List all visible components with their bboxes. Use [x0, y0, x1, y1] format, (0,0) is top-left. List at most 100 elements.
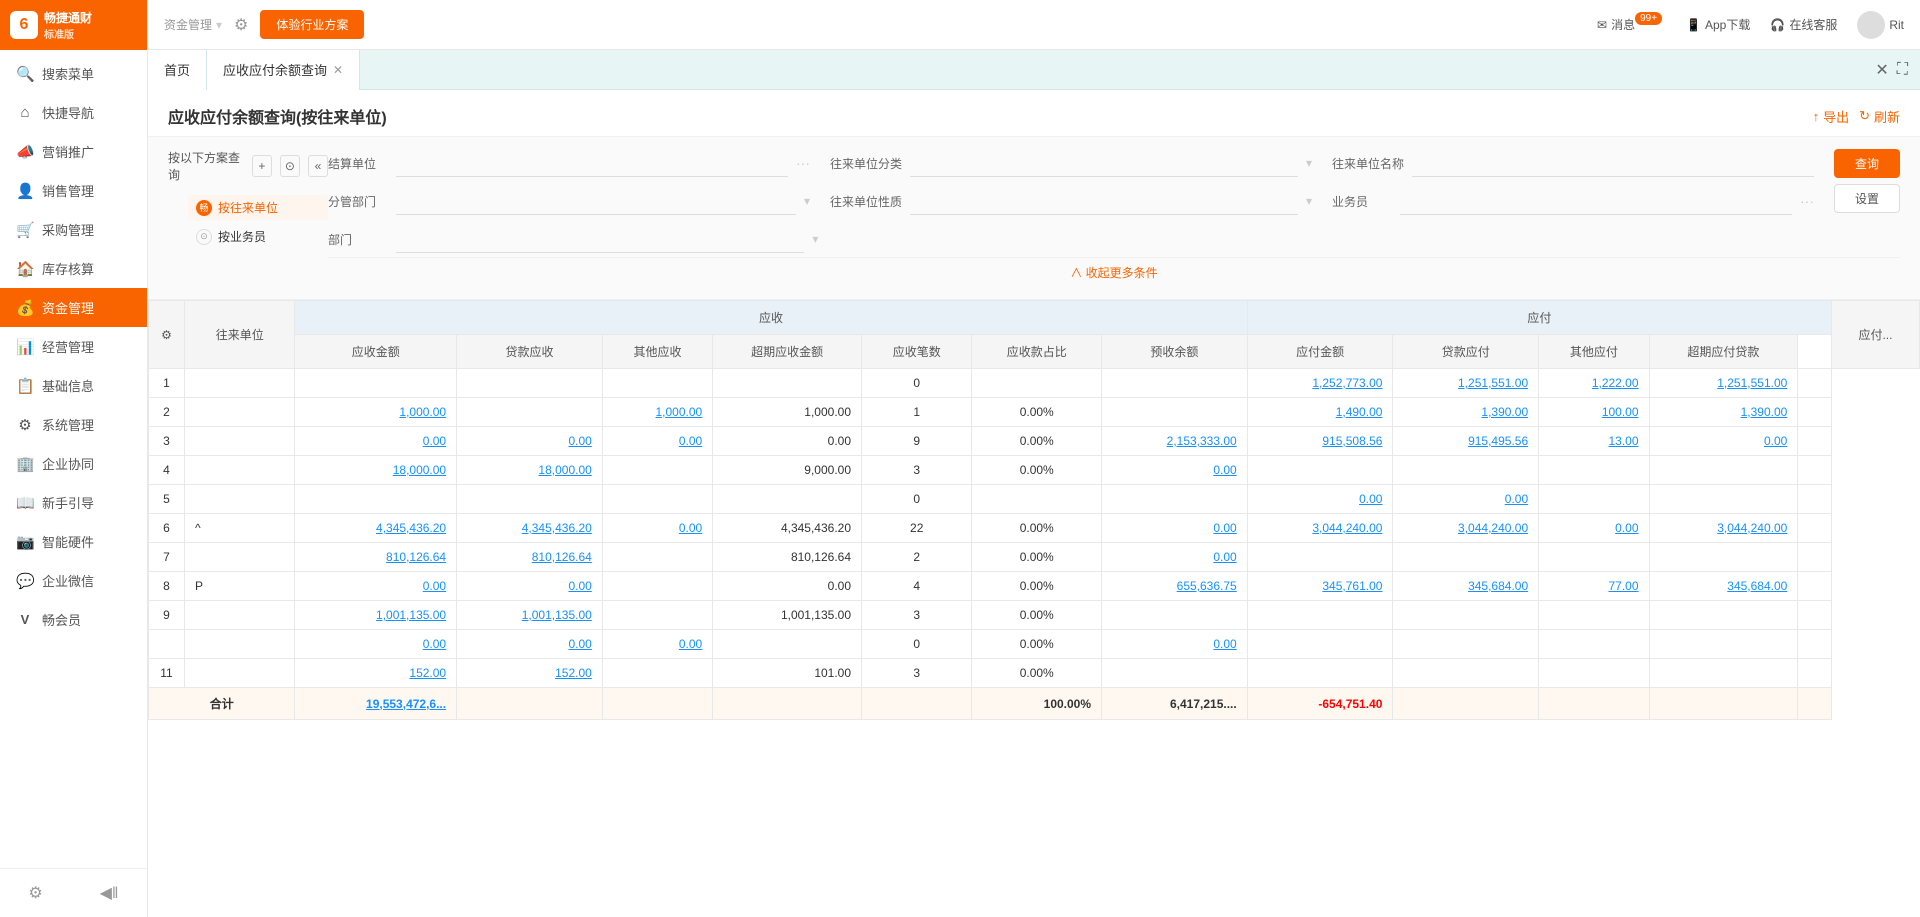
nature-chevron: ▾ — [1306, 194, 1312, 208]
finance-icon: 💰 — [16, 299, 34, 317]
sidebar-settings-btn[interactable]: ⚙ — [20, 879, 50, 907]
page-header: 应收应付余额查询(按往来单位) ↑ 导出 ↻ 刷新 — [148, 90, 1920, 137]
footer-ap-other — [1539, 688, 1649, 720]
th-ap-overdue: 超期应付贷款 — [1649, 335, 1798, 369]
refresh-icon: ↻ — [1859, 108, 1870, 124]
sidebar-item-finance[interactable]: 💰 资金管理 — [0, 288, 147, 327]
name-input[interactable] — [1412, 149, 1814, 177]
filter-right: 结算单位 ··· 往来单位分类 ▾ — [328, 149, 1900, 287]
export-icon: ↑ — [1813, 109, 1820, 124]
sidebar-item-corp-wechat[interactable]: 💬 企业微信 — [0, 561, 147, 600]
filter-row-1: 结算单位 ··· 往来单位分类 ▾ — [328, 149, 1814, 177]
app-download-label: App下载 — [1705, 16, 1750, 33]
sidebar-item-basic-info[interactable]: 📋 基础信息 — [0, 366, 147, 405]
tab-expand-icon[interactable]: ⛶ — [1897, 61, 1908, 79]
messages-btn[interactable]: ✉ 消息 99+ — [1597, 16, 1666, 33]
th-ar-count: 应收笔数 — [862, 335, 972, 369]
online-service-btn[interactable]: 🎧 在线客服 — [1770, 16, 1837, 33]
sidebar-collapse-btn[interactable]: ◀‖ — [92, 879, 127, 907]
sidebar-item-inventory[interactable]: 🏠 库存核算 — [0, 249, 147, 288]
th-ar-group: 应收 — [295, 301, 1247, 335]
tab-home[interactable]: 首页 — [148, 50, 207, 90]
setting-button[interactable]: 设置 — [1834, 184, 1900, 213]
member-icon: V — [16, 612, 34, 627]
filter-option-salesman-label: 按业务员 — [218, 228, 266, 245]
sidebar-item-sales[interactable]: 👤 销售管理 — [0, 171, 147, 210]
sidebar-item-marketing[interactable]: 📣 营销推广 — [0, 132, 147, 171]
breadcrumb: 资金管理 ▾ — [164, 16, 222, 33]
sidebar-label-newbie: 新手引导 — [42, 493, 94, 512]
footer-ar-overdue — [713, 688, 862, 720]
sidebar-label-corp-wechat: 企业微信 — [42, 571, 94, 590]
filter-option-customer-label: 按往来单位 — [218, 199, 278, 216]
name-label: 往来单位名称 — [1332, 155, 1404, 172]
sidebar-item-purchase[interactable]: 🛒 采购管理 — [0, 210, 147, 249]
table-row: 418,000.0018,000.009,000.0030.00%0.00 — [149, 456, 1920, 485]
quick-nav-icon: ⌂ — [16, 104, 34, 121]
category-input[interactable] — [910, 149, 1298, 177]
sidebar-label-basic-info: 基础信息 — [42, 376, 94, 395]
th-ar-overdue: 超期应收金额 — [713, 335, 862, 369]
dept-input[interactable] — [396, 225, 804, 253]
footer-ap-more — [1798, 688, 1832, 720]
tab-ar-ap-query[interactable]: 应收应付余额查询 ✕ — [207, 50, 360, 90]
th-customer: 往来单位 — [185, 301, 295, 369]
export-label: 导出 — [1823, 107, 1849, 126]
table-settings-header[interactable]: ⚙ — [149, 301, 185, 369]
tabbar: 首页 应收应付余额查询 ✕ ✕ ⛶ — [148, 50, 1920, 90]
marketing-icon: 📣 — [16, 143, 34, 161]
footer-ar-advance: 6,417,215.... — [1102, 688, 1248, 720]
export-button[interactable]: ↑ 导出 — [1813, 107, 1850, 126]
th-ap-other: 其他应付 — [1539, 335, 1649, 369]
salesman-label: 业务员 — [1332, 193, 1392, 210]
table-row: 91,001,135.001,001,135.001,001,135.0030.… — [149, 601, 1920, 630]
filter-options: 畅 按往来单位 ⊙ 按业务员 — [188, 195, 328, 249]
filter-field-category: 往来单位分类 ▾ — [830, 149, 1312, 177]
th-ar-ratio: 应收款占比 — [972, 335, 1102, 369]
settlement-input[interactable] — [396, 149, 788, 177]
th-ap-loan: 贷款应付 — [1393, 335, 1539, 369]
sidebar-item-system[interactable]: ⚙ 系统管理 — [0, 405, 147, 444]
sidebar-item-newbie[interactable]: 📖 新手引导 — [0, 483, 147, 522]
filter-add-btn[interactable]: + — [252, 155, 272, 177]
search-menu-icon: 🔍 — [16, 65, 34, 83]
sidebar-item-quick-nav[interactable]: ⌂ 快捷导航 — [0, 93, 147, 132]
purchase-icon: 🛒 — [16, 221, 34, 239]
user-btn[interactable]: Rit — [1857, 11, 1904, 39]
filter-field-name: 往来单位名称 — [1332, 149, 1814, 177]
sidebar-item-smart-hw[interactable]: 📷 智能硬件 — [0, 522, 147, 561]
th-ar-other: 其他应收 — [602, 335, 712, 369]
dept-mgr-label: 分管部门 — [328, 193, 388, 210]
messages-label: 消息 — [1611, 16, 1635, 33]
table-row: 8P0.000.000.0040.00%655,636.75345,761.00… — [149, 572, 1920, 601]
filter-settings-btn[interactable]: ⊙ — [280, 155, 300, 177]
filter-collapse-left-btn[interactable]: « — [308, 155, 328, 177]
refresh-button[interactable]: ↻ 刷新 — [1859, 107, 1900, 126]
salesman-input[interactable] — [1400, 187, 1792, 215]
tab-close-icon[interactable]: ✕ — [333, 63, 343, 77]
nature-input[interactable] — [910, 187, 1298, 215]
sidebar-item-corp-collab[interactable]: 🏢 企业协同 — [0, 444, 147, 483]
sidebar-footer: ⚙ ◀‖ — [0, 868, 147, 917]
sidebar-item-operations[interactable]: 📊 经营管理 — [0, 327, 147, 366]
sidebar-item-search-menu[interactable]: 🔍 搜索菜单 — [0, 54, 147, 93]
collapse-icon: ∧ — [1070, 266, 1082, 280]
table-row: 6^4,345,436.204,345,436.200.004,345,436.… — [149, 514, 1920, 543]
breadcrumb-text: 资金管理 — [164, 16, 212, 33]
sidebar-label-system: 系统管理 — [42, 415, 94, 434]
refresh-label: 刷新 — [1874, 107, 1900, 126]
filter-option-salesman[interactable]: ⊙ 按业务员 — [188, 224, 328, 249]
tab-close-window-icon[interactable]: ✕ — [1875, 60, 1888, 80]
filter-row-3: 部门 ▾ — [328, 225, 1814, 253]
footer-label: 合计 — [149, 688, 295, 720]
app-download-btn[interactable]: 📱 App下载 — [1686, 16, 1750, 33]
table-container: ⚙ 往来单位 应收 应付 应付... 应收金额 贷款应收 其他应收 超期应收金额… — [148, 300, 1920, 720]
footer-ap-total: -654,751.40 — [1247, 688, 1393, 720]
topbar-settings-icon[interactable]: ⚙ — [234, 15, 248, 35]
promo-button[interactable]: 体验行业方案 — [260, 10, 364, 39]
filter-option-customer[interactable]: 畅 按往来单位 — [188, 195, 328, 220]
collapse-bar[interactable]: ∧ 收起更多条件 — [328, 257, 1900, 287]
query-button[interactable]: 查询 — [1834, 149, 1900, 178]
dept-mgr-input[interactable] — [396, 187, 796, 215]
sidebar-item-member[interactable]: V 畅会员 — [0, 600, 147, 639]
